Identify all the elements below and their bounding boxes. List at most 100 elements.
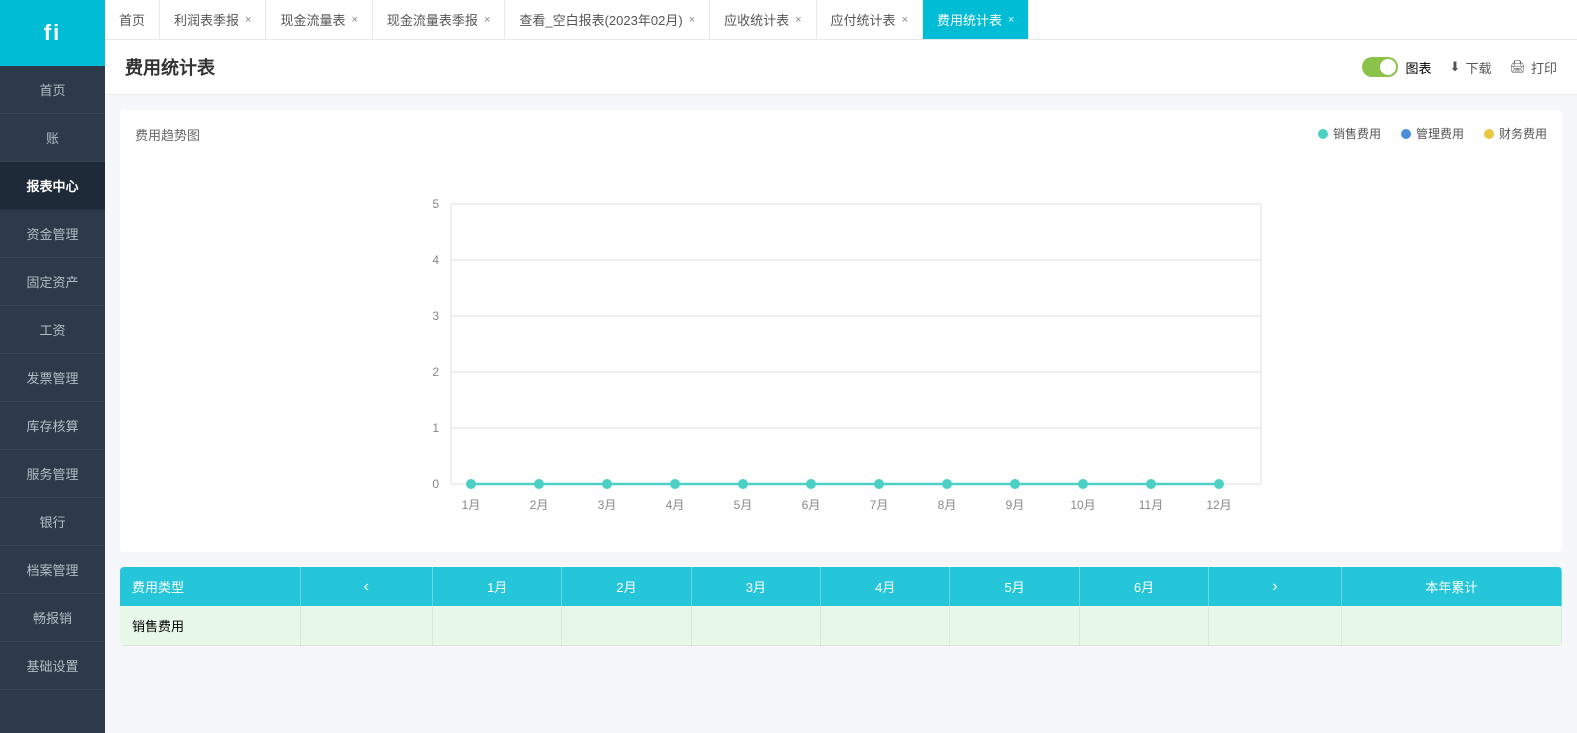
tab-payable-label: 应付统计表 [831, 10, 896, 29]
legend-dot-finance [1484, 129, 1494, 139]
download-label: 下载 [1465, 58, 1491, 77]
download-button[interactable]: ⬇ 下载 [1450, 58, 1492, 77]
close-icon[interactable]: × [1008, 14, 1014, 26]
page-title: 费用统计表 [125, 54, 215, 80]
sidebar-item-salary[interactable]: 工资 [0, 306, 105, 354]
print-icon: 🖨 [1509, 59, 1526, 75]
col-m4: 4月 [821, 567, 950, 606]
col-expense-type: 费用类型 [120, 567, 300, 606]
sidebar-item-sales-return[interactable]: 畅报销 [0, 594, 105, 642]
tab-expense-label: 费用统计表 [937, 10, 1002, 29]
col-nav-prev[interactable]: ‹ [300, 567, 433, 606]
sidebar-item-archive-mgmt[interactable]: 档案管理 [0, 546, 105, 594]
chart-toggle-label: 图表 [1406, 58, 1432, 77]
row-nav-next-spacer [1209, 606, 1342, 646]
col-nav-next[interactable]: › [1209, 567, 1342, 606]
svg-text:1月: 1月 [462, 498, 481, 512]
legend-finance: 财务费用 [1484, 125, 1547, 142]
tab-receivable-label: 应收统计表 [724, 10, 789, 29]
svg-text:4: 4 [432, 253, 439, 267]
legend-finance-label: 财务费用 [1499, 125, 1547, 142]
chart-svg-wrapper: 0 1 2 3 4 5 1月 2月 3月 4月 5月 6月 7月 8月 9 [135, 154, 1547, 537]
row-m6 [1079, 606, 1208, 646]
sidebar-item-account[interactable]: 账 [0, 114, 105, 162]
legend-mgmt: 管理费用 [1401, 125, 1464, 142]
tab-blank-report[interactable]: 查看_空白报表(2023年02月) × [505, 0, 710, 40]
tab-bar: 首页 利润表季报 × 现金流量表 × 现金流量表季报 × 查看_空白报表(202… [105, 0, 1577, 40]
svg-text:0: 0 [432, 477, 439, 491]
col-ytd: 本年累计 [1341, 567, 1561, 606]
row-m1 [433, 606, 562, 646]
svg-text:2月: 2月 [530, 498, 549, 512]
tab-cashflow[interactable]: 现金流量表 × [266, 0, 372, 40]
close-icon[interactable]: × [902, 14, 908, 26]
row-m3 [691, 606, 820, 646]
expense-table: 费用类型 ‹ 1月 2月 3月 4月 5月 6月 › [120, 567, 1562, 646]
tab-cashflow-quarterly[interactable]: 现金流量表季报 × [373, 0, 505, 40]
tab-payable[interactable]: 应付统计表 × [817, 0, 923, 40]
svg-text:10月: 10月 [1070, 498, 1095, 512]
close-icon[interactable]: × [689, 14, 695, 26]
row-nav-spacer [300, 606, 433, 646]
close-icon[interactable]: × [245, 14, 251, 26]
chart-toggle[interactable] [1362, 57, 1398, 77]
legend-dot-mgmt [1401, 129, 1411, 139]
chart-container: 费用趋势图 销售费用 管理费用 财务费用 [120, 110, 1562, 552]
sidebar-item-inventory[interactable]: 库存核算 [0, 402, 105, 450]
sidebar-item-fund-mgmt[interactable]: 资金管理 [0, 210, 105, 258]
legend-sales: 销售费用 [1318, 125, 1381, 142]
tab-profit[interactable]: 利润表季报 × [160, 0, 266, 40]
row-m4 [821, 606, 950, 646]
svg-text:3月: 3月 [598, 498, 617, 512]
svg-text:12月: 12月 [1206, 498, 1231, 512]
legend-mgmt-label: 管理费用 [1416, 125, 1464, 142]
close-icon[interactable]: × [351, 14, 357, 26]
main-area: 首页 利润表季报 × 现金流量表 × 现金流量表季报 × 查看_空白报表(202… [105, 0, 1577, 733]
close-icon[interactable]: × [795, 14, 801, 26]
header-actions: 图表 ⬇ 下载 🖨 打印 [1362, 57, 1557, 77]
tab-profit-label: 利润表季报 [174, 10, 239, 29]
sidebar-item-settings[interactable]: 基础设置 [0, 642, 105, 690]
svg-text:8月: 8月 [938, 498, 957, 512]
col-m3: 3月 [691, 567, 820, 606]
sidebar: fi 首页 账 报表中心 资金管理 固定资产 工资 发票管理 库存核算 服务管理… [0, 0, 105, 733]
table-row: 销售费用 [120, 606, 1562, 646]
sidebar-item-fixed-assets[interactable]: 固定资产 [0, 258, 105, 306]
col-m2: 2月 [562, 567, 691, 606]
col-m1: 1月 [433, 567, 562, 606]
page-content: 费用统计表 图表 ⬇ 下载 🖨 打印 费用趋势图 [105, 40, 1577, 733]
sidebar-item-report-center[interactable]: 报表中心 [0, 162, 105, 210]
tab-cashflow-quarterly-label: 现金流量表季报 [387, 10, 478, 29]
data-table-wrapper: 费用类型 ‹ 1月 2月 3月 4月 5月 6月 › [120, 567, 1562, 646]
tab-home[interactable]: 首页 [105, 0, 160, 40]
svg-text:1: 1 [432, 421, 439, 435]
svg-text:5: 5 [432, 197, 439, 211]
svg-text:7月: 7月 [870, 498, 889, 512]
sidebar-item-bank[interactable]: 银行 [0, 498, 105, 546]
row-ytd [1341, 606, 1561, 646]
tab-expense[interactable]: 费用统计表 × [923, 0, 1029, 40]
col-m5: 5月 [950, 567, 1079, 606]
page-header: 费用统计表 图表 ⬇ 下载 🖨 打印 [105, 40, 1577, 95]
prev-arrow-icon[interactable]: ‹ [356, 578, 377, 595]
sidebar-item-invoice-mgmt[interactable]: 发票管理 [0, 354, 105, 402]
svg-text:5月: 5月 [734, 498, 753, 512]
sidebar-item-service-mgmt[interactable]: 服务管理 [0, 450, 105, 498]
chart-toggle-group: 图表 [1362, 57, 1432, 77]
chart-svg: 0 1 2 3 4 5 1月 2月 3月 4月 5月 6月 7月 8月 9 [135, 154, 1547, 534]
svg-text:11月: 11月 [1139, 498, 1163, 512]
download-icon: ⬇ [1450, 59, 1461, 75]
col-m6: 6月 [1079, 567, 1208, 606]
sidebar-item-home[interactable]: 首页 [0, 66, 105, 114]
print-button[interactable]: 🖨 打印 [1509, 58, 1557, 77]
tab-receivable[interactable]: 应收统计表 × [710, 0, 816, 40]
sidebar-logo: fi [0, 0, 105, 66]
chart-legend: 销售费用 管理费用 财务费用 [1318, 125, 1547, 142]
next-arrow-icon[interactable]: › [1264, 578, 1285, 595]
close-icon[interactable]: × [484, 14, 490, 26]
svg-text:2: 2 [432, 365, 439, 379]
chart-title: 费用趋势图 [135, 125, 200, 144]
print-label: 打印 [1531, 58, 1557, 77]
row-m2 [562, 606, 691, 646]
svg-text:6月: 6月 [802, 498, 821, 512]
